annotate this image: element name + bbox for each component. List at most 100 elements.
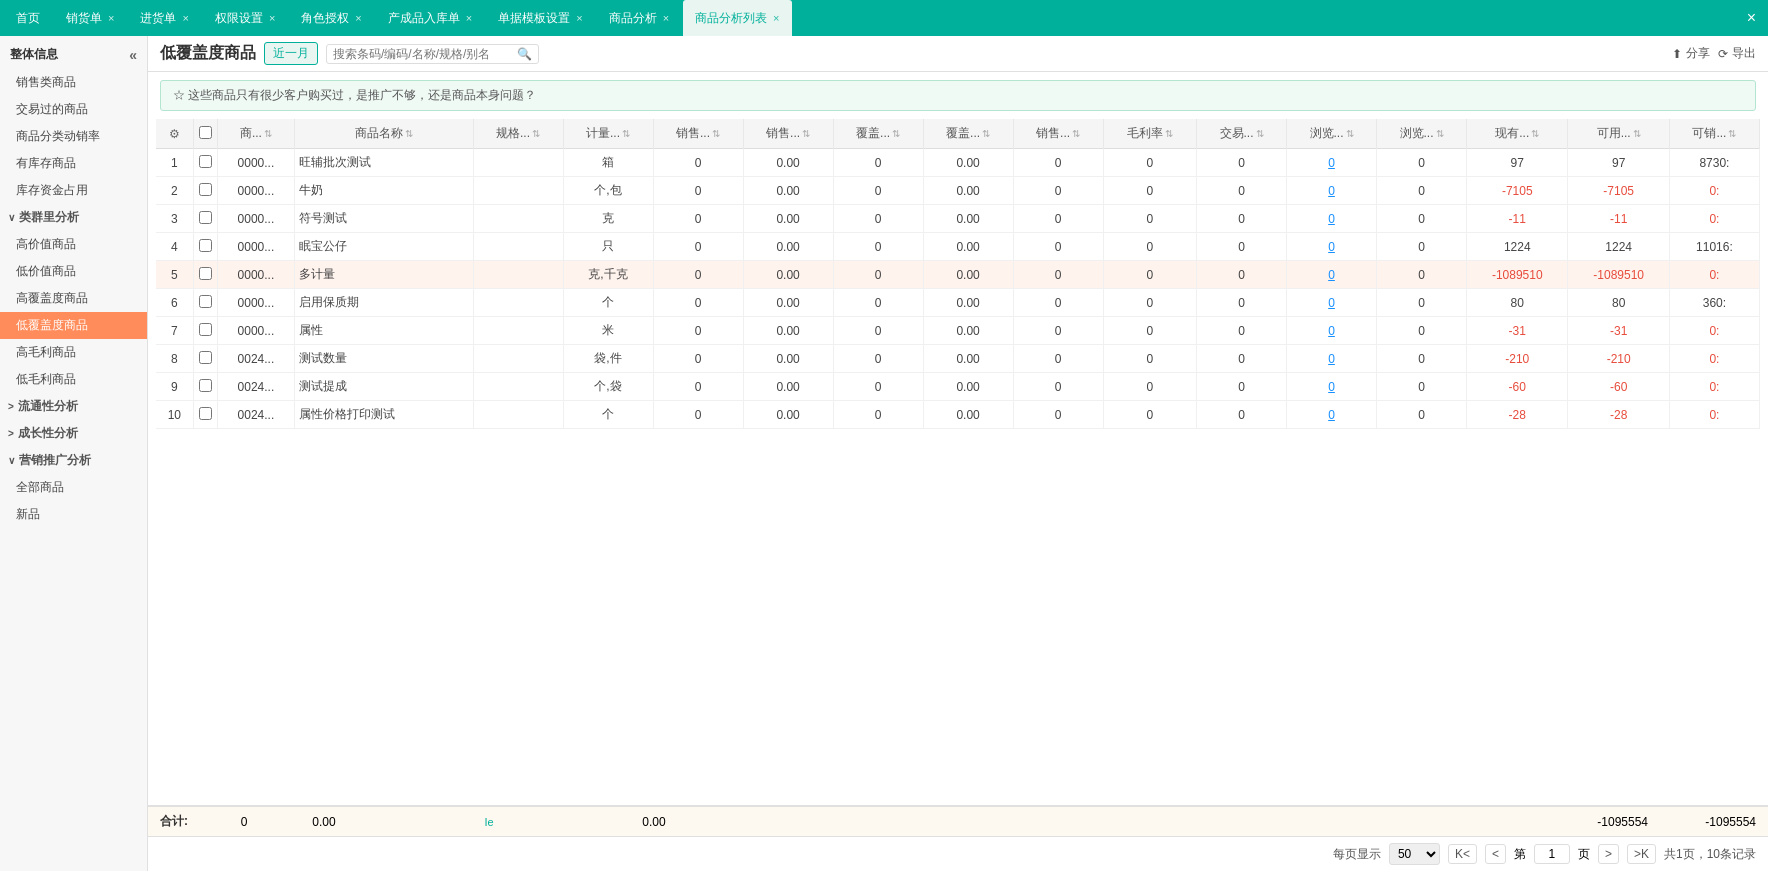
row-browse1[interactable]: 0 (1287, 261, 1377, 289)
sidebar-item-in-stock[interactable]: 有库存商品 (0, 150, 147, 177)
row-browse1[interactable]: 0 (1287, 177, 1377, 205)
row-checkbox[interactable] (193, 177, 217, 205)
share-button[interactable]: ⬆ 分享 (1672, 45, 1710, 62)
sidebar-item-traded-products[interactable]: 交易过的商品 (0, 96, 147, 123)
close-icon[interactable]: × (269, 12, 275, 24)
sidebar-item-high-margin[interactable]: 高毛利商品 (0, 339, 147, 366)
row-checkbox[interactable] (193, 205, 217, 233)
col-unit[interactable]: 计量...⇅ (563, 119, 653, 149)
page-input[interactable] (1534, 844, 1570, 864)
row-trade: 0 (1197, 149, 1287, 177)
close-icon[interactable]: × (108, 12, 114, 24)
row-num: 8 (156, 345, 193, 373)
sidebar-section-marketing[interactable]: ∨ 营销推广分析 (0, 447, 147, 474)
sidebar-item-low-coverage[interactable]: 低覆盖度商品 (0, 312, 147, 339)
sidebar-section-growth[interactable]: > 成长性分析 (0, 420, 147, 447)
close-icon[interactable]: × (663, 12, 669, 24)
row-checkbox[interactable] (193, 401, 217, 429)
col-browse1[interactable]: 浏览...⇅ (1287, 119, 1377, 149)
settings-icon[interactable]: ⚙ (169, 127, 180, 141)
row-browse1[interactable]: 0 (1287, 149, 1377, 177)
row-checkbox[interactable] (193, 373, 217, 401)
filter-button[interactable]: 近一月 (264, 42, 318, 65)
col-stock3[interactable]: 可销...⇅ (1669, 119, 1759, 149)
sidebar-item-high-coverage[interactable]: 高覆盖度商品 (0, 285, 147, 312)
col-cover2[interactable]: 覆盖...⇅ (923, 119, 1013, 149)
prev-page-button[interactable]: < (1485, 844, 1506, 864)
last-page-button[interactable]: >K (1627, 844, 1656, 864)
row-gross-margin: 0 (1103, 373, 1196, 401)
row-browse1[interactable]: 0 (1287, 317, 1377, 345)
sidebar-item-new-products[interactable]: 新品 (0, 501, 147, 528)
row-stock3: 0: (1669, 177, 1759, 205)
row-checkbox[interactable] (193, 345, 217, 373)
row-checkbox[interactable] (193, 317, 217, 345)
row-browse1[interactable]: 0 (1287, 205, 1377, 233)
search-icon[interactable]: 🔍 (517, 47, 532, 61)
col-sales3[interactable]: 销售...⇅ (1013, 119, 1103, 149)
nav-template[interactable]: 单据模板设置 × (486, 0, 594, 36)
col-stock1[interactable]: 现有...⇅ (1467, 119, 1568, 149)
row-browse1[interactable]: 0 (1287, 345, 1377, 373)
nav-product-in[interactable]: 产成品入库单 × (376, 0, 484, 36)
next-page-button[interactable]: > (1598, 844, 1619, 864)
row-checkbox[interactable] (193, 233, 217, 261)
row-browse1[interactable]: 0 (1287, 373, 1377, 401)
sidebar-item-stock-capital[interactable]: 库存资金占用 (0, 177, 147, 204)
nav-role[interactable]: 角色授权 × (289, 0, 373, 36)
col-settings[interactable]: ⚙ (156, 119, 193, 149)
sidebar-collapse-button[interactable]: « (129, 47, 137, 63)
row-sales3: 0 (1013, 177, 1103, 205)
col-spec[interactable]: 规格...⇅ (473, 119, 563, 149)
row-checkbox[interactable] (193, 261, 217, 289)
export-icon: ⟳ (1718, 47, 1728, 61)
sidebar-item-all-products[interactable]: 全部商品 (0, 474, 147, 501)
page-size-select[interactable]: 50 100 (1389, 843, 1440, 865)
sidebar-item-high-value[interactable]: 高价值商品 (0, 231, 147, 258)
col-name[interactable]: 商品名称⇅ (295, 119, 473, 149)
row-checkbox[interactable] (193, 289, 217, 317)
select-all-checkbox[interactable] (199, 126, 212, 139)
row-trade: 0 (1197, 345, 1287, 373)
row-gross-margin: 0 (1103, 149, 1196, 177)
close-icon[interactable]: × (355, 12, 361, 24)
row-cover1: 0 (833, 289, 923, 317)
sidebar-item-low-margin[interactable]: 低毛利商品 (0, 366, 147, 393)
sidebar-item-category-turnover[interactable]: 商品分类动销率 (0, 123, 147, 150)
search-input[interactable] (333, 47, 513, 61)
col-sales1[interactable]: 销售...⇅ (653, 119, 743, 149)
close-all-button[interactable]: × (1739, 9, 1764, 27)
nav-product-analysis-list[interactable]: 商品分析列表 × (683, 0, 791, 36)
nav-product-analysis[interactable]: 商品分析 × (597, 0, 681, 36)
col-code[interactable]: 商...⇅ (217, 119, 295, 149)
close-icon[interactable]: × (466, 12, 472, 24)
first-page-button[interactable]: K< (1448, 844, 1477, 864)
close-icon[interactable]: × (576, 12, 582, 24)
row-sales3: 0 (1013, 373, 1103, 401)
export-button[interactable]: ⟳ 导出 (1718, 45, 1756, 62)
col-checkbox[interactable] (193, 119, 217, 149)
sidebar-item-low-value[interactable]: 低价值商品 (0, 258, 147, 285)
col-browse2[interactable]: 浏览...⇅ (1377, 119, 1467, 149)
row-checkbox[interactable] (193, 149, 217, 177)
col-trade[interactable]: 交易...⇅ (1197, 119, 1287, 149)
row-browse1[interactable]: 0 (1287, 401, 1377, 429)
nav-permissions[interactable]: 权限设置 × (203, 0, 287, 36)
row-browse1[interactable]: 0 (1287, 233, 1377, 261)
nav-sales[interactable]: 销货单 × (54, 0, 126, 36)
nav-home[interactable]: 首页 (4, 0, 52, 36)
table-row: 6 0000... 启用保质期 个 0 0.00 0 0.00 0 0 0 0 … (156, 289, 1760, 317)
nav-purchase[interactable]: 进货单 × (128, 0, 200, 36)
row-browse1[interactable]: 0 (1287, 289, 1377, 317)
sidebar-section-liquidity[interactable]: > 流通性分析 (0, 393, 147, 420)
close-icon[interactable]: × (773, 12, 779, 24)
sidebar-section-category-analysis[interactable]: ∨ 类群里分析 (0, 204, 147, 231)
close-icon[interactable]: × (182, 12, 188, 24)
sidebar-item-sales-products[interactable]: 销售类商品 (0, 69, 147, 96)
col-cover1[interactable]: 覆盖...⇅ (833, 119, 923, 149)
col-gross-margin[interactable]: 毛利率⇅ (1103, 119, 1196, 149)
row-unit: 个,包 (563, 177, 653, 205)
col-stock2[interactable]: 可用...⇅ (1568, 119, 1669, 149)
col-sales2[interactable]: 销售...⇅ (743, 119, 833, 149)
table-area[interactable]: ⚙ 商...⇅ 商品名称⇅ 规格...⇅ 计量...⇅ 销售...⇅ 销售...… (148, 119, 1768, 805)
